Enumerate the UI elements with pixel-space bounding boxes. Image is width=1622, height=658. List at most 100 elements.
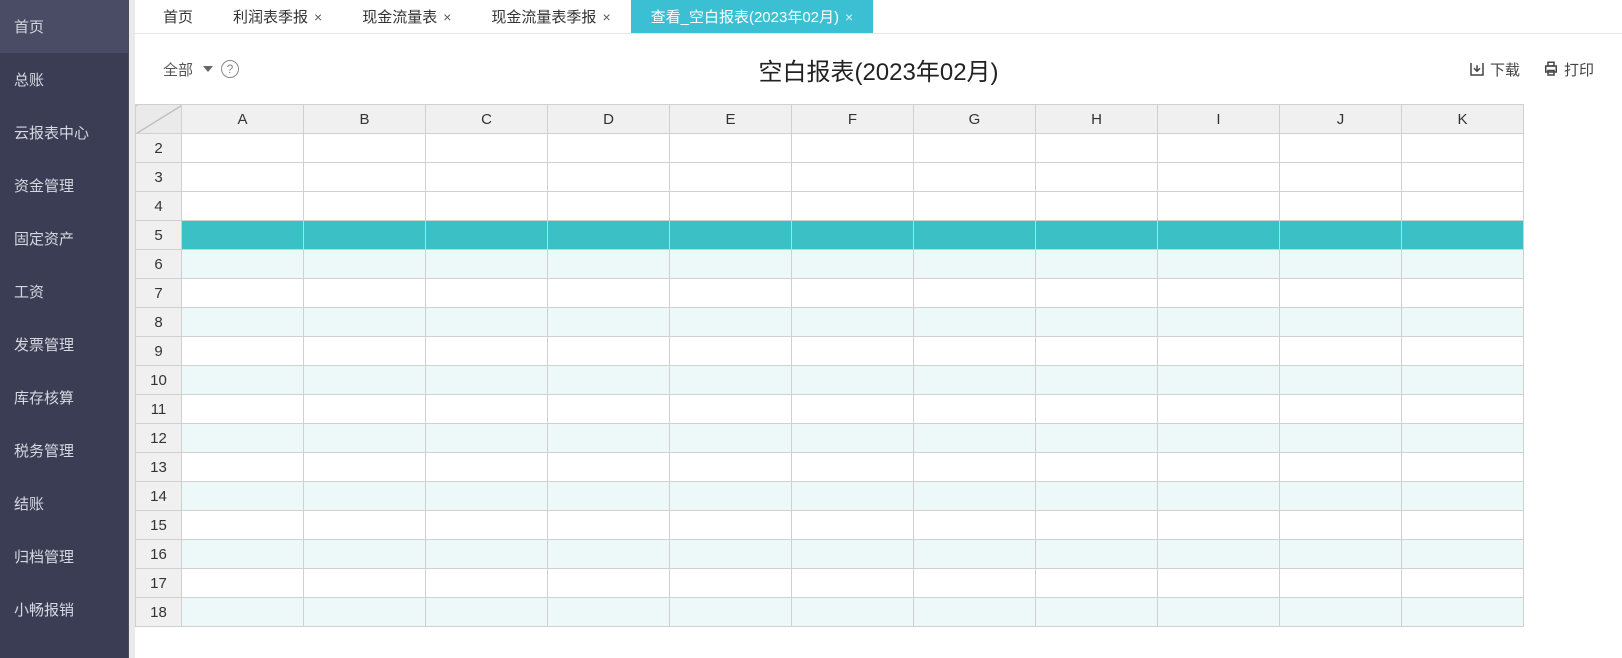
cell-D11[interactable]: [548, 395, 670, 424]
cell-B10[interactable]: [304, 366, 426, 395]
cell-H11[interactable]: [1036, 395, 1158, 424]
cell-D12[interactable]: [548, 424, 670, 453]
cell-C12[interactable]: [426, 424, 548, 453]
cell-I7[interactable]: [1158, 279, 1280, 308]
cell-J14[interactable]: [1280, 482, 1402, 511]
cell-I9[interactable]: [1158, 337, 1280, 366]
cell-J10[interactable]: [1280, 366, 1402, 395]
cell-C2[interactable]: [426, 134, 548, 163]
cell-H17[interactable]: [1036, 569, 1158, 598]
cell-F18[interactable]: [792, 598, 914, 627]
cell-K10[interactable]: [1402, 366, 1524, 395]
row-header-12[interactable]: 12: [136, 424, 182, 453]
cell-I12[interactable]: [1158, 424, 1280, 453]
cell-G17[interactable]: [914, 569, 1036, 598]
cell-K12[interactable]: [1402, 424, 1524, 453]
cell-I15[interactable]: [1158, 511, 1280, 540]
column-header-J[interactable]: J: [1280, 105, 1402, 134]
cell-K11[interactable]: [1402, 395, 1524, 424]
cell-J4[interactable]: [1280, 192, 1402, 221]
cell-H3[interactable]: [1036, 163, 1158, 192]
cell-H5[interactable]: [1036, 221, 1158, 250]
cell-G6[interactable]: [914, 250, 1036, 279]
cell-D7[interactable]: [548, 279, 670, 308]
cell-K6[interactable]: [1402, 250, 1524, 279]
cell-I4[interactable]: [1158, 192, 1280, 221]
tab-4[interactable]: 查看_空白报表(2023年02月)×: [631, 0, 874, 33]
cell-I8[interactable]: [1158, 308, 1280, 337]
cell-I16[interactable]: [1158, 540, 1280, 569]
download-button[interactable]: 下载: [1468, 59, 1520, 80]
cell-D16[interactable]: [548, 540, 670, 569]
cell-C6[interactable]: [426, 250, 548, 279]
cell-E8[interactable]: [670, 308, 792, 337]
cell-D13[interactable]: [548, 453, 670, 482]
cell-E11[interactable]: [670, 395, 792, 424]
tab-2[interactable]: 现金流量表×: [342, 0, 471, 33]
sidebar-item-tax[interactable]: 税务管理: [0, 424, 128, 477]
sidebar-item-home[interactable]: 首页: [0, 0, 128, 53]
cell-B15[interactable]: [304, 511, 426, 540]
cell-J3[interactable]: [1280, 163, 1402, 192]
cell-F2[interactable]: [792, 134, 914, 163]
cell-E2[interactable]: [670, 134, 792, 163]
cell-F11[interactable]: [792, 395, 914, 424]
column-header-G[interactable]: G: [914, 105, 1036, 134]
sidebar-item-inventory[interactable]: 库存核算: [0, 371, 128, 424]
cell-C10[interactable]: [426, 366, 548, 395]
cell-D18[interactable]: [548, 598, 670, 627]
sidebar-item-fund[interactable]: 资金管理: [0, 159, 128, 212]
column-header-K[interactable]: K: [1402, 105, 1524, 134]
tab-1[interactable]: 利润表季报×: [213, 0, 342, 33]
cell-A11[interactable]: [182, 395, 304, 424]
cell-C17[interactable]: [426, 569, 548, 598]
cell-C16[interactable]: [426, 540, 548, 569]
cell-H9[interactable]: [1036, 337, 1158, 366]
row-header-10[interactable]: 10: [136, 366, 182, 395]
sidebar-scrollbar[interactable]: [128, 0, 135, 658]
cell-J5[interactable]: [1280, 221, 1402, 250]
column-header-H[interactable]: H: [1036, 105, 1158, 134]
help-icon[interactable]: ?: [221, 60, 239, 78]
cell-G2[interactable]: [914, 134, 1036, 163]
row-header-13[interactable]: 13: [136, 453, 182, 482]
cell-H18[interactable]: [1036, 598, 1158, 627]
cell-J6[interactable]: [1280, 250, 1402, 279]
cell-A17[interactable]: [182, 569, 304, 598]
cell-K9[interactable]: [1402, 337, 1524, 366]
cell-H15[interactable]: [1036, 511, 1158, 540]
cell-A3[interactable]: [182, 163, 304, 192]
cell-I17[interactable]: [1158, 569, 1280, 598]
close-icon[interactable]: ×: [443, 9, 451, 25]
cell-G12[interactable]: [914, 424, 1036, 453]
cell-H10[interactable]: [1036, 366, 1158, 395]
cell-D3[interactable]: [548, 163, 670, 192]
column-header-D[interactable]: D: [548, 105, 670, 134]
cell-D4[interactable]: [548, 192, 670, 221]
cell-I10[interactable]: [1158, 366, 1280, 395]
cell-K17[interactable]: [1402, 569, 1524, 598]
cell-J12[interactable]: [1280, 424, 1402, 453]
cell-F9[interactable]: [792, 337, 914, 366]
row-header-8[interactable]: 8: [136, 308, 182, 337]
row-header-6[interactable]: 6: [136, 250, 182, 279]
cell-J15[interactable]: [1280, 511, 1402, 540]
cell-K3[interactable]: [1402, 163, 1524, 192]
cell-F14[interactable]: [792, 482, 914, 511]
cell-G4[interactable]: [914, 192, 1036, 221]
sidebar-item-archive[interactable]: 归档管理: [0, 530, 128, 583]
cell-E18[interactable]: [670, 598, 792, 627]
cell-A5[interactable]: [182, 221, 304, 250]
cell-H7[interactable]: [1036, 279, 1158, 308]
cell-D15[interactable]: [548, 511, 670, 540]
cell-A10[interactable]: [182, 366, 304, 395]
cell-A12[interactable]: [182, 424, 304, 453]
row-header-2[interactable]: 2: [136, 134, 182, 163]
cell-E9[interactable]: [670, 337, 792, 366]
cell-B9[interactable]: [304, 337, 426, 366]
cell-B7[interactable]: [304, 279, 426, 308]
cell-E17[interactable]: [670, 569, 792, 598]
cell-B14[interactable]: [304, 482, 426, 511]
row-header-17[interactable]: 17: [136, 569, 182, 598]
cell-D14[interactable]: [548, 482, 670, 511]
